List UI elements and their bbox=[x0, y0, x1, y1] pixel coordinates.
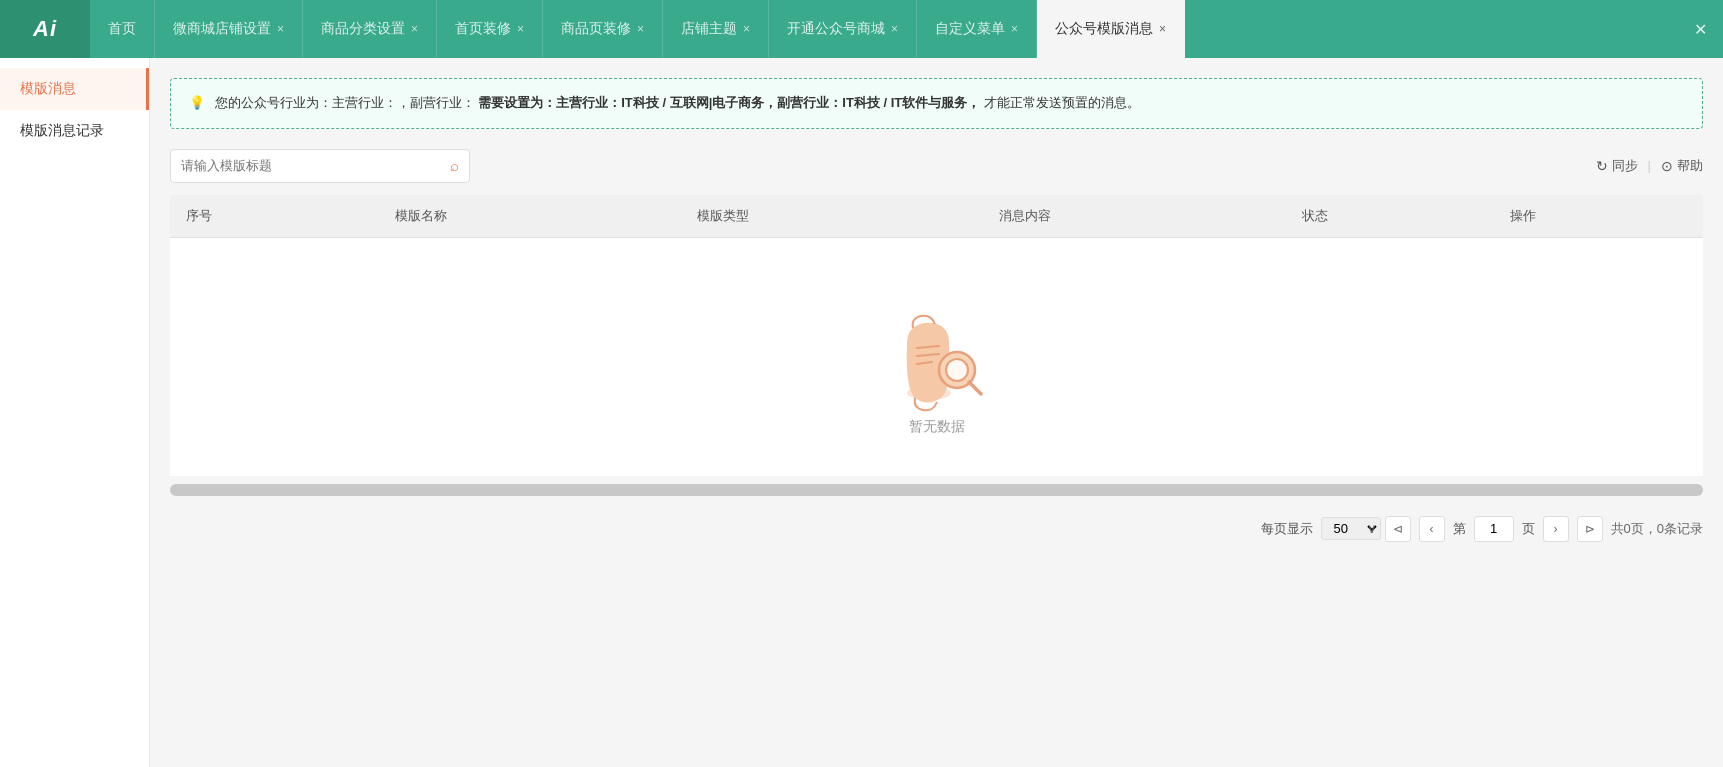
main-layout: 模版消息模版消息记录 💡 您的公众号行业为：主营行业：，副营行业： 需要设置为：… bbox=[0, 58, 1723, 767]
col-index: 序号 bbox=[170, 195, 379, 238]
tab-close-home-decoration[interactable]: × bbox=[517, 22, 524, 36]
tab-close-store-theme[interactable]: × bbox=[743, 22, 750, 36]
col-content: 消息内容 bbox=[983, 195, 1285, 238]
toolbar-right: ↻ 同步 | ⊙ 帮助 bbox=[1596, 157, 1703, 175]
tab-home-decoration[interactable]: 首页装修 × bbox=[437, 0, 543, 58]
data-table: 序号模版名称模版类型消息内容状态操作 bbox=[170, 195, 1703, 476]
col-name: 模版名称 bbox=[379, 195, 681, 238]
search-input-wrap: ⌕ bbox=[170, 149, 470, 183]
tab-open-mall[interactable]: 开通公众号商城 × bbox=[769, 0, 917, 58]
tab-close-template-msg[interactable]: × bbox=[1159, 22, 1166, 36]
search-input[interactable] bbox=[181, 158, 450, 173]
tab-shop-settings[interactable]: 微商城店铺设置 × bbox=[155, 0, 303, 58]
notice-text-before: 您的公众号行业为：主营行业：，副营行业： bbox=[215, 95, 475, 110]
svg-point-5 bbox=[946, 359, 968, 381]
notice-highlight: 需要设置为：主营行业：IT科技 / 互联网|电子商务，副营行业：IT科技 / I… bbox=[478, 95, 980, 110]
prev-page-button[interactable]: ‹ bbox=[1419, 516, 1445, 542]
tab-template-msg[interactable]: 公众号模版消息 × bbox=[1037, 0, 1185, 58]
col-type: 模版类型 bbox=[681, 195, 983, 238]
toolbar-divider: | bbox=[1648, 158, 1651, 173]
tab-close-custom-menu[interactable]: × bbox=[1011, 22, 1018, 36]
empty-illustration bbox=[877, 298, 997, 418]
tab-custom-menu[interactable]: 自定义菜单 × bbox=[917, 0, 1037, 58]
sidebar: 模版消息模版消息记录 bbox=[0, 58, 150, 767]
tab-bar: Ai 首页微商城店铺设置 ×商品分类设置 ×首页装修 ×商品页装修 ×店铺主题 … bbox=[0, 0, 1723, 58]
empty-state: 暂无数据 bbox=[170, 238, 1703, 476]
col-action: 操作 bbox=[1494, 195, 1703, 238]
sync-button[interactable]: ↻ 同步 bbox=[1596, 157, 1638, 175]
tab-product-decoration[interactable]: 商品页装修 × bbox=[543, 0, 663, 58]
last-page-button[interactable]: ⊳ bbox=[1577, 516, 1603, 542]
sync-label: 同步 bbox=[1612, 157, 1638, 175]
notice-text-after: 才能正常发送预置的消息。 bbox=[984, 95, 1140, 110]
page-size-select[interactable]: 102050100 bbox=[1321, 517, 1381, 540]
help-label: 帮助 bbox=[1677, 157, 1703, 175]
svg-point-7 bbox=[949, 362, 955, 368]
logo: Ai bbox=[0, 0, 90, 58]
empty-text: 暂无数据 bbox=[909, 418, 965, 436]
notice-icon: 💡 bbox=[189, 95, 205, 110]
tab-close-category-settings[interactable]: × bbox=[411, 22, 418, 36]
sync-icon: ↻ bbox=[1596, 158, 1608, 174]
page-label: 第 bbox=[1453, 520, 1466, 538]
tab-close-shop-settings[interactable]: × bbox=[277, 22, 284, 36]
horizontal-scrollbar[interactable] bbox=[170, 484, 1703, 496]
notice-banner: 💡 您的公众号行业为：主营行业：，副营行业： 需要设置为：主营行业：IT科技 /… bbox=[170, 78, 1703, 129]
page-suffix: 页 bbox=[1522, 520, 1535, 538]
tab-category-settings[interactable]: 商品分类设置 × bbox=[303, 0, 437, 58]
search-icon[interactable]: ⌕ bbox=[450, 157, 459, 174]
tab-close-open-mall[interactable]: × bbox=[891, 22, 898, 36]
sidebar-item-template-message[interactable]: 模版消息 bbox=[0, 68, 149, 110]
search-bar: ⌕ ↻ 同步 | ⊙ 帮助 bbox=[170, 149, 1703, 183]
close-all-button[interactable]: ✕ bbox=[1678, 20, 1723, 39]
help-icon: ⊙ bbox=[1661, 158, 1673, 174]
tab-close-product-decoration[interactable]: × bbox=[637, 22, 644, 36]
next-page-button[interactable]: › bbox=[1543, 516, 1569, 542]
pagination: 每页显示 102050100 ∨ ⊲ ‹ 第 页 › ⊳ 共0页，0条记录 bbox=[170, 504, 1703, 542]
col-status: 状态 bbox=[1286, 195, 1495, 238]
content-area: 💡 您的公众号行业为：主营行业：，副营行业： 需要设置为：主营行业：IT科技 /… bbox=[150, 58, 1723, 767]
current-page-input[interactable] bbox=[1474, 516, 1514, 542]
tab-store-theme[interactable]: 店铺主题 × bbox=[663, 0, 769, 58]
scrollbar-thumb bbox=[170, 484, 1703, 496]
page-total: 共0页，0条记录 bbox=[1611, 520, 1703, 538]
first-page-button[interactable]: ⊲ bbox=[1385, 516, 1411, 542]
tab-home[interactable]: 首页 bbox=[90, 0, 155, 58]
page-size-label: 每页显示 bbox=[1261, 520, 1313, 538]
help-button[interactable]: ⊙ 帮助 bbox=[1661, 157, 1703, 175]
svg-line-6 bbox=[969, 382, 981, 394]
sidebar-item-template-record[interactable]: 模版消息记录 bbox=[0, 110, 149, 152]
